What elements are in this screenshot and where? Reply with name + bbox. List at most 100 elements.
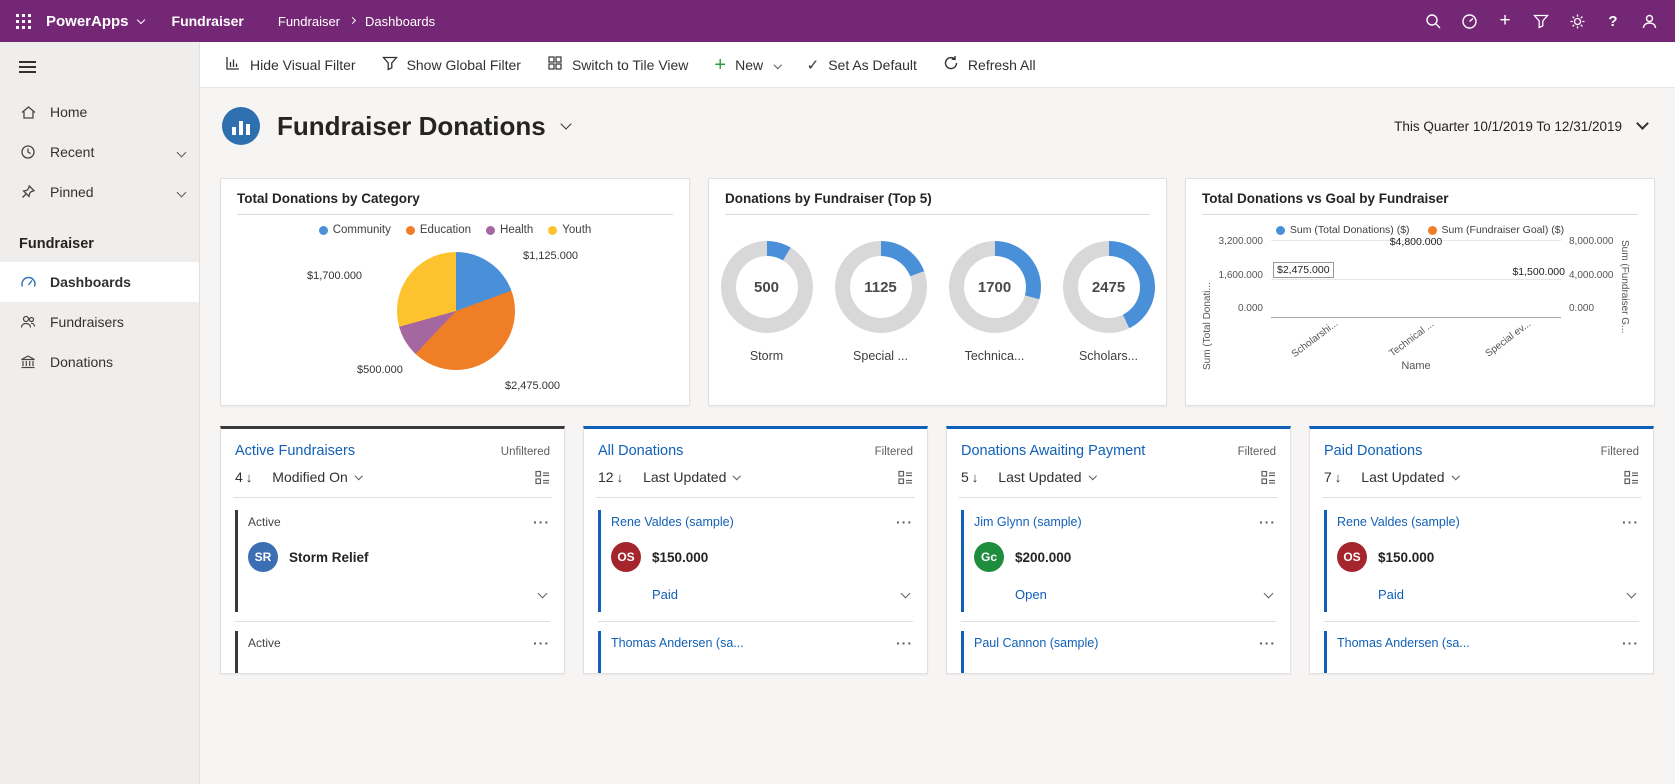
list-title-link[interactable]: All Donations xyxy=(598,443,683,459)
donut-chart[interactable]: 1700 Technica... xyxy=(948,241,1041,363)
dashboard-selector[interactable]: Fundraiser Donations xyxy=(277,111,572,142)
dashboard-icon xyxy=(222,107,260,145)
list-item[interactable]: Rene Valdes (sample) ··· OS $150.000 Paid xyxy=(1324,510,1639,612)
cmd-switch-tile-view[interactable]: Switch to Tile View xyxy=(534,42,701,87)
filter-button[interactable] xyxy=(1523,3,1559,39)
sort-field-selector[interactable]: Last Updated xyxy=(643,469,742,485)
expand-chevron-button[interactable] xyxy=(900,585,911,603)
cmd-new[interactable]: + New xyxy=(701,42,793,87)
list-item-row: Active ··· xyxy=(248,512,550,532)
breadcrumb-item-dashboards[interactable]: Dashboards xyxy=(365,14,435,29)
waffle-menu-button[interactable] xyxy=(0,0,46,42)
account-button[interactable] xyxy=(1631,3,1667,39)
view-selector-button[interactable] xyxy=(1261,470,1276,485)
list-item-row: Jim Glynn (sample) ··· xyxy=(974,512,1276,532)
environment-name[interactable]: Fundraiser xyxy=(172,13,244,29)
list-card-toolbar: 7 ↓ Last Updated xyxy=(1310,461,1653,497)
list-items: Rene Valdes (sample) ··· OS $150.000 Paid Tho… xyxy=(584,498,927,673)
legend-label: Sum (Fundraiser Goal) ($) xyxy=(1441,224,1565,236)
settings-button[interactable] xyxy=(1559,3,1595,39)
app-switcher[interactable]: PowerApps xyxy=(46,13,145,30)
timeframe-selector[interactable]: This Quarter 10/1/2019 To 12/31/2019 xyxy=(1394,117,1649,134)
cmd-set-as-default[interactable]: ✓ Set As Default xyxy=(794,42,930,87)
record-count[interactable]: 4 ↓ xyxy=(235,469,252,485)
sitemap-toggle-button[interactable] xyxy=(0,42,199,92)
left-axis-title: Sum (Total Donati... xyxy=(1202,282,1213,370)
sidebar-item-home[interactable]: Home xyxy=(0,92,199,132)
list-item-row: OS $150.000 xyxy=(1337,542,1639,572)
expand-chevron-button[interactable] xyxy=(1626,585,1637,603)
more-options-button[interactable]: ··· xyxy=(896,514,913,530)
search-button[interactable] xyxy=(1415,3,1451,39)
more-options-button[interactable]: ··· xyxy=(1259,635,1276,651)
record-count[interactable]: 5 ↓ xyxy=(961,469,978,485)
record-count[interactable]: 12 ↓ xyxy=(598,469,623,485)
cmd-refresh-all[interactable]: Refresh All xyxy=(930,42,1049,87)
list-item[interactable]: Thomas Andersen (sa... ··· xyxy=(1324,631,1639,673)
cmd-hide-visual-filter[interactable]: Hide Visual Filter xyxy=(212,42,369,87)
breadcrumb-item-fundraiser[interactable]: Fundraiser xyxy=(278,14,340,29)
list-title-link[interactable]: Donations Awaiting Payment xyxy=(961,443,1145,459)
more-options-button[interactable]: ··· xyxy=(1259,514,1276,530)
list-item[interactable]: Thomas Andersen (sa... ··· xyxy=(598,631,913,673)
sidebar-item-dashboards[interactable]: Dashboards xyxy=(0,262,199,302)
record-link[interactable]: Thomas Andersen (sa... xyxy=(1337,636,1470,650)
sidebar-section-title: Fundraiser xyxy=(19,236,94,252)
list-item[interactable]: Paul Cannon (sample) ··· xyxy=(961,631,1276,673)
list-item[interactable]: Jim Glynn (sample) ··· Gc $200.000 Open xyxy=(961,510,1276,612)
chevron-down-icon xyxy=(773,60,782,69)
list-item[interactable]: Active ··· xyxy=(235,631,550,673)
record-link[interactable]: Jim Glynn (sample) xyxy=(974,515,1082,529)
record-status-link[interactable]: Paid xyxy=(1378,587,1404,602)
more-options-button[interactable]: ··· xyxy=(533,635,550,651)
bank-icon xyxy=(19,354,37,370)
app-shell: Home Recent Pinned Fundraiser Dashboards… xyxy=(0,42,1675,784)
more-options-button[interactable]: ··· xyxy=(533,514,550,530)
list-item[interactable]: Active ··· SR Storm Relief xyxy=(235,510,550,612)
record-link[interactable]: Thomas Andersen (sa... xyxy=(611,636,744,650)
record-status-link[interactable]: Open xyxy=(1015,587,1047,602)
record-count[interactable]: 7 ↓ xyxy=(1324,469,1341,485)
more-options-button[interactable]: ··· xyxy=(896,635,913,651)
record-link[interactable]: Rene Valdes (sample) xyxy=(1337,515,1460,529)
category-pie-chart[interactable] xyxy=(397,252,515,370)
sidebar-item-donations[interactable]: Donations xyxy=(0,342,199,382)
more-options-button[interactable]: ··· xyxy=(1622,514,1639,530)
list-item[interactable]: Rene Valdes (sample) ··· OS $150.000 Paid xyxy=(598,510,913,612)
expand-chevron-button[interactable] xyxy=(537,585,548,603)
gauge-button[interactable] xyxy=(1451,3,1487,39)
list-items: Jim Glynn (sample) ··· Gc $200.000 Open Paul … xyxy=(947,498,1290,673)
legend-swatch-icon xyxy=(1275,225,1285,235)
sort-field-selector[interactable]: Last Updated xyxy=(998,469,1097,485)
record-link[interactable]: Paul Cannon (sample) xyxy=(974,636,1098,650)
bar-x-labels: Scholarshi... Technical ... Special ev... xyxy=(1271,318,1561,360)
view-selector-button[interactable] xyxy=(898,470,913,485)
sidebar-item-recent[interactable]: Recent xyxy=(0,132,199,172)
sort-field-selector[interactable]: Last Updated xyxy=(1361,469,1460,485)
donut-chart[interactable]: 2475 Scholars... xyxy=(1062,241,1155,363)
sidebar-item-pinned[interactable]: Pinned xyxy=(0,172,199,212)
breadcrumb: Fundraiser Dashboards xyxy=(278,14,435,29)
list-title-link[interactable]: Paid Donations xyxy=(1324,443,1422,459)
add-button[interactable]: + xyxy=(1487,3,1523,39)
help-button[interactable]: ? xyxy=(1595,3,1631,39)
filter-status-label: Filtered xyxy=(1600,446,1639,458)
cmd-show-global-filter[interactable]: Show Global Filter xyxy=(369,42,534,87)
chevron-down-icon[interactable] xyxy=(176,187,187,197)
chart-card-donations-vs-goal: Total Donations vs Goal by Fundraiser Su… xyxy=(1185,178,1655,406)
sidebar-item-fundraisers[interactable]: Fundraisers xyxy=(0,302,199,342)
donut-row: 500 Storm 1125 Special ... 1700 Technica... 24… xyxy=(720,215,1155,363)
view-selector-button[interactable] xyxy=(535,470,550,485)
more-options-button[interactable]: ··· xyxy=(1622,635,1639,651)
donut-chart[interactable]: 500 Storm xyxy=(720,241,813,363)
record-link[interactable]: Rene Valdes (sample) xyxy=(611,515,734,529)
donut-chart[interactable]: 1125 Special ... xyxy=(834,241,927,363)
expand-chevron-button[interactable] xyxy=(1263,585,1274,603)
view-selector-button[interactable] xyxy=(1624,470,1639,485)
record-status-link[interactable]: Paid xyxy=(652,587,678,602)
list-title-link[interactable]: Active Fundraisers xyxy=(235,443,355,459)
chevron-down-icon[interactable] xyxy=(176,147,187,157)
bar-data-label: $1,500.000 xyxy=(1512,266,1565,278)
sidebar-item-label: Home xyxy=(50,104,88,120)
sort-field-selector[interactable]: Modified On xyxy=(272,469,363,485)
